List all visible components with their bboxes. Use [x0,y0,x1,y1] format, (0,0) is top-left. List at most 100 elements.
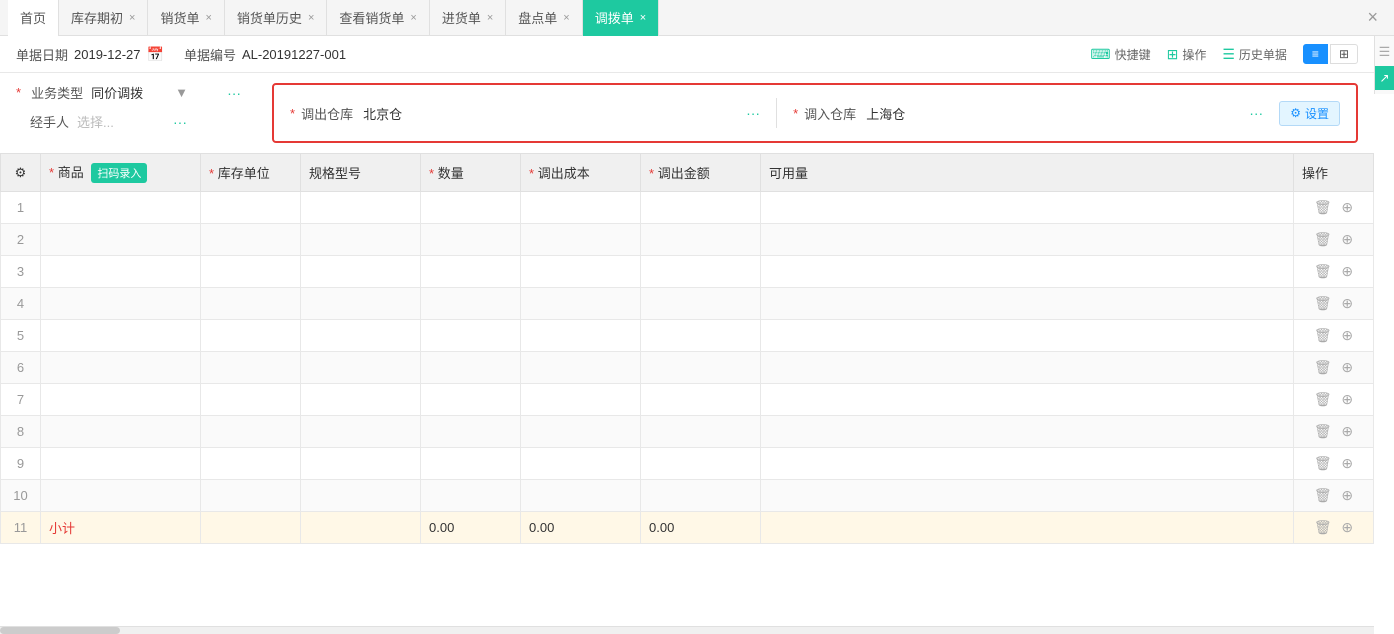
row-spec[interactable] [301,448,421,480]
row-spec[interactable] [301,288,421,320]
tab-sales-history[interactable]: 销货单历史 × [225,0,327,36]
copy-icon[interactable]: ⊕ [1341,231,1353,247]
row-cost[interactable] [521,256,641,288]
person-more-btn[interactable]: ··· [173,114,187,130]
tab-inventory-check[interactable]: 盘点单 × [506,0,582,36]
history-action[interactable]: ☰ 历史单据 [1222,46,1287,63]
row-avail[interactable] [761,288,1294,320]
row-unit[interactable] [201,320,301,352]
scrollbar-thumb[interactable] [0,627,120,634]
row-amount[interactable] [641,416,761,448]
close-tab-view-sales[interactable]: × [410,12,416,24]
row-product[interactable] [41,416,201,448]
copy-icon[interactable]: ⊕ [1341,359,1353,375]
row-amount[interactable] [641,192,761,224]
copy-icon[interactable]: ⊕ [1341,263,1353,279]
row-avail[interactable] [761,448,1294,480]
row-amount[interactable] [641,480,761,512]
row-spec[interactable] [301,192,421,224]
row-qty[interactable] [421,384,521,416]
subtotal-delete-icon[interactable]: 🗑 [1314,519,1332,535]
copy-icon[interactable]: ⊕ [1341,423,1353,439]
row-unit[interactable] [201,224,301,256]
row-unit[interactable] [201,288,301,320]
row-product[interactable] [41,480,201,512]
in-warehouse-more-btn[interactable]: ··· [1249,105,1263,121]
tab-inventory-init[interactable]: 库存期初 × [59,0,148,36]
row-cost[interactable] [521,224,641,256]
delete-icon[interactable]: 🗑 [1314,327,1332,343]
scan-btn[interactable]: 扫码录入 [91,163,147,183]
row-spec[interactable] [301,416,421,448]
row-product[interactable] [41,224,201,256]
row-avail[interactable] [761,224,1294,256]
delete-icon[interactable]: 🗑 [1314,487,1332,503]
row-spec[interactable] [301,384,421,416]
row-unit[interactable] [201,384,301,416]
delete-icon[interactable]: 🗑 [1314,391,1332,407]
tab-home[interactable]: 首页 [8,0,59,36]
close-tab-sales-history[interactable]: × [308,12,314,24]
copy-icon[interactable]: ⊕ [1341,487,1353,503]
row-cost[interactable] [521,352,641,384]
tab-purchase[interactable]: 进货单 × [430,0,506,36]
row-unit[interactable] [201,256,301,288]
sidebar-expand-icon[interactable]: ↗ [1375,66,1394,90]
row-product[interactable] [41,384,201,416]
row-cost[interactable] [521,192,641,224]
row-avail[interactable] [761,352,1294,384]
row-avail[interactable] [761,384,1294,416]
close-tab-purchase[interactable]: × [487,12,493,24]
row-qty[interactable] [421,448,521,480]
row-product[interactable] [41,320,201,352]
tab-sales-order[interactable]: 销货单 × [148,0,224,36]
delete-icon[interactable]: 🗑 [1314,295,1332,311]
row-cost[interactable] [521,384,641,416]
delete-icon[interactable]: 🗑 [1314,199,1332,215]
row-spec[interactable] [301,320,421,352]
close-tab-transfer[interactable]: × [640,12,646,24]
row-spec[interactable] [301,480,421,512]
delete-icon[interactable]: 🗑 [1314,359,1332,375]
out-warehouse-more-btn[interactable]: ··· [746,105,760,121]
row-amount[interactable] [641,320,761,352]
warehouse-settings-btn[interactable]: ⚙ 设置 [1279,101,1340,126]
row-product[interactable] [41,288,201,320]
row-product[interactable] [41,192,201,224]
row-amount[interactable] [641,288,761,320]
list-view-btn[interactable]: ≡ [1303,44,1328,64]
row-unit[interactable] [201,192,301,224]
row-spec[interactable] [301,352,421,384]
row-spec[interactable] [301,256,421,288]
row-cost[interactable] [521,320,641,352]
row-spec[interactable] [301,224,421,256]
copy-icon[interactable]: ⊕ [1341,295,1353,311]
row-qty[interactable] [421,320,521,352]
row-amount[interactable] [641,448,761,480]
close-tab-sales-order[interactable]: × [205,12,211,24]
row-qty[interactable] [421,352,521,384]
tab-view-sales[interactable]: 查看销货单 × [327,0,429,36]
row-unit[interactable] [201,480,301,512]
delete-icon[interactable]: 🗑 [1314,263,1332,279]
row-product[interactable] [41,352,201,384]
row-avail[interactable] [761,416,1294,448]
delete-icon[interactable]: 🗑 [1314,231,1332,247]
calendar-icon[interactable]: 📅 [147,46,164,63]
horizontal-scrollbar[interactable] [0,626,1374,634]
row-qty[interactable] [421,256,521,288]
th-gear[interactable]: ⚙ [1,154,41,192]
copy-icon[interactable]: ⊕ [1341,391,1353,407]
grid-view-btn[interactable]: ⊞ [1330,44,1358,64]
row-amount[interactable] [641,352,761,384]
tab-transfer[interactable]: 调拨单 × [583,0,659,36]
row-unit[interactable] [201,448,301,480]
row-qty[interactable] [421,480,521,512]
window-close-icon[interactable]: × [1359,7,1386,28]
row-cost[interactable] [521,288,641,320]
row-amount[interactable] [641,384,761,416]
delete-icon[interactable]: 🗑 [1314,423,1332,439]
copy-icon[interactable]: ⊕ [1341,455,1353,471]
copy-icon[interactable]: ⊕ [1341,199,1353,215]
row-avail[interactable] [761,256,1294,288]
